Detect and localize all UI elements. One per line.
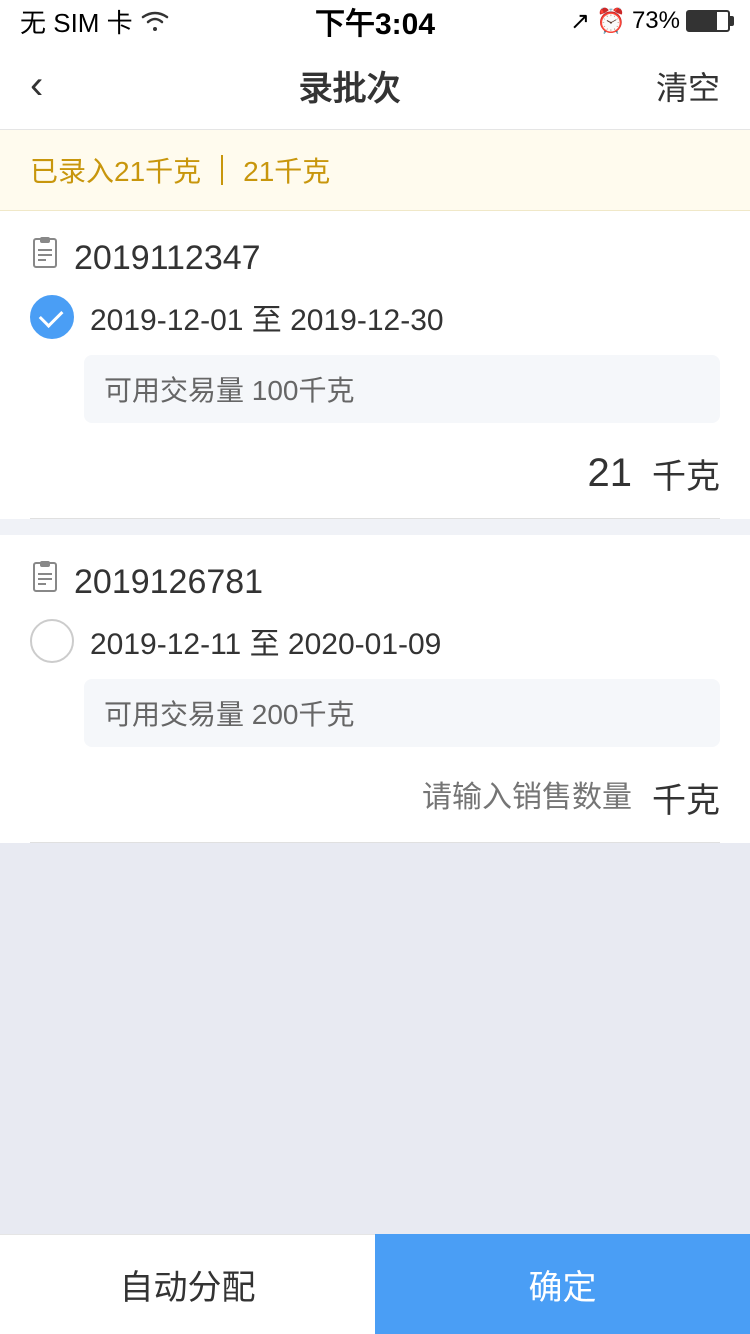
battery-icon bbox=[686, 10, 730, 32]
batch-2-number: 2019126781 bbox=[74, 563, 263, 602]
batch-1-radio[interactable] bbox=[30, 295, 74, 339]
battery-percent: 73% bbox=[632, 7, 680, 35]
batch-2-radio[interactable] bbox=[30, 619, 74, 663]
card-separator-1 bbox=[0, 519, 750, 535]
batch-1-header: 2019112347 bbox=[0, 211, 750, 289]
recorded-label: 已录入21千克 bbox=[30, 150, 201, 190]
sim-label: 无 SIM 卡 bbox=[20, 3, 133, 40]
alarm-icon: ⏰ bbox=[596, 7, 626, 36]
batch-1-quantity-row: 千克 bbox=[0, 439, 750, 518]
nav-bar: ‹ 录批次 清空 bbox=[0, 42, 750, 130]
batch-1-quantity-input[interactable] bbox=[472, 451, 632, 496]
back-button[interactable]: ‹ bbox=[30, 63, 43, 108]
batch-2-date: 2019-12-11 至 2020-01-09 bbox=[90, 619, 441, 663]
location-icon: ↗ bbox=[570, 7, 590, 36]
batch-2-quantity-row: 千克 bbox=[0, 763, 750, 842]
status-left: 无 SIM 卡 bbox=[20, 3, 169, 40]
batch-2-header: 2019126781 bbox=[0, 535, 750, 613]
auto-distribute-button[interactable]: 自动分配 bbox=[0, 1234, 375, 1334]
batch-1-unit: 千克 bbox=[652, 449, 720, 498]
recorded-value: 21千克 bbox=[243, 150, 330, 190]
empty-area bbox=[0, 843, 750, 1263]
batch-2-available: 可用交易量 200千克 bbox=[84, 679, 720, 747]
batch-2-quantity-input[interactable] bbox=[332, 781, 632, 815]
batch-2-unit: 千克 bbox=[652, 773, 720, 822]
batch-2-icon bbox=[30, 561, 64, 603]
page-title: 录批次 bbox=[299, 61, 401, 110]
footer: 自动分配 确定 bbox=[0, 1234, 750, 1334]
info-banner: 已录入21千克 21千克 bbox=[0, 130, 750, 211]
batch-1-date: 2019-12-01 至 2019-12-30 bbox=[90, 295, 444, 339]
batch-card-2: 2019126781 2019-12-11 至 2020-01-09 可用交易量… bbox=[0, 535, 750, 843]
confirm-button[interactable]: 确定 bbox=[375, 1234, 750, 1334]
status-bar: 无 SIM 卡 下午3:04 ↗ ⏰ 73% bbox=[0, 0, 750, 42]
batch-1-icon bbox=[30, 237, 64, 279]
batch-card-1: 2019112347 2019-12-01 至 2019-12-30 可用交易量… bbox=[0, 211, 750, 519]
wifi-icon bbox=[141, 10, 169, 32]
batch-2-row[interactable]: 2019-12-11 至 2020-01-09 bbox=[0, 613, 750, 673]
batch-1-available: 可用交易量 100千克 bbox=[84, 355, 720, 423]
info-divider bbox=[221, 155, 223, 185]
status-time: 下午3:04 bbox=[315, 0, 435, 43]
batch-1-row[interactable]: 2019-12-01 至 2019-12-30 bbox=[0, 289, 750, 349]
clear-button[interactable]: 清空 bbox=[656, 63, 720, 109]
batch-1-number: 2019112347 bbox=[74, 239, 261, 278]
status-right: ↗ ⏰ 73% bbox=[570, 7, 730, 36]
